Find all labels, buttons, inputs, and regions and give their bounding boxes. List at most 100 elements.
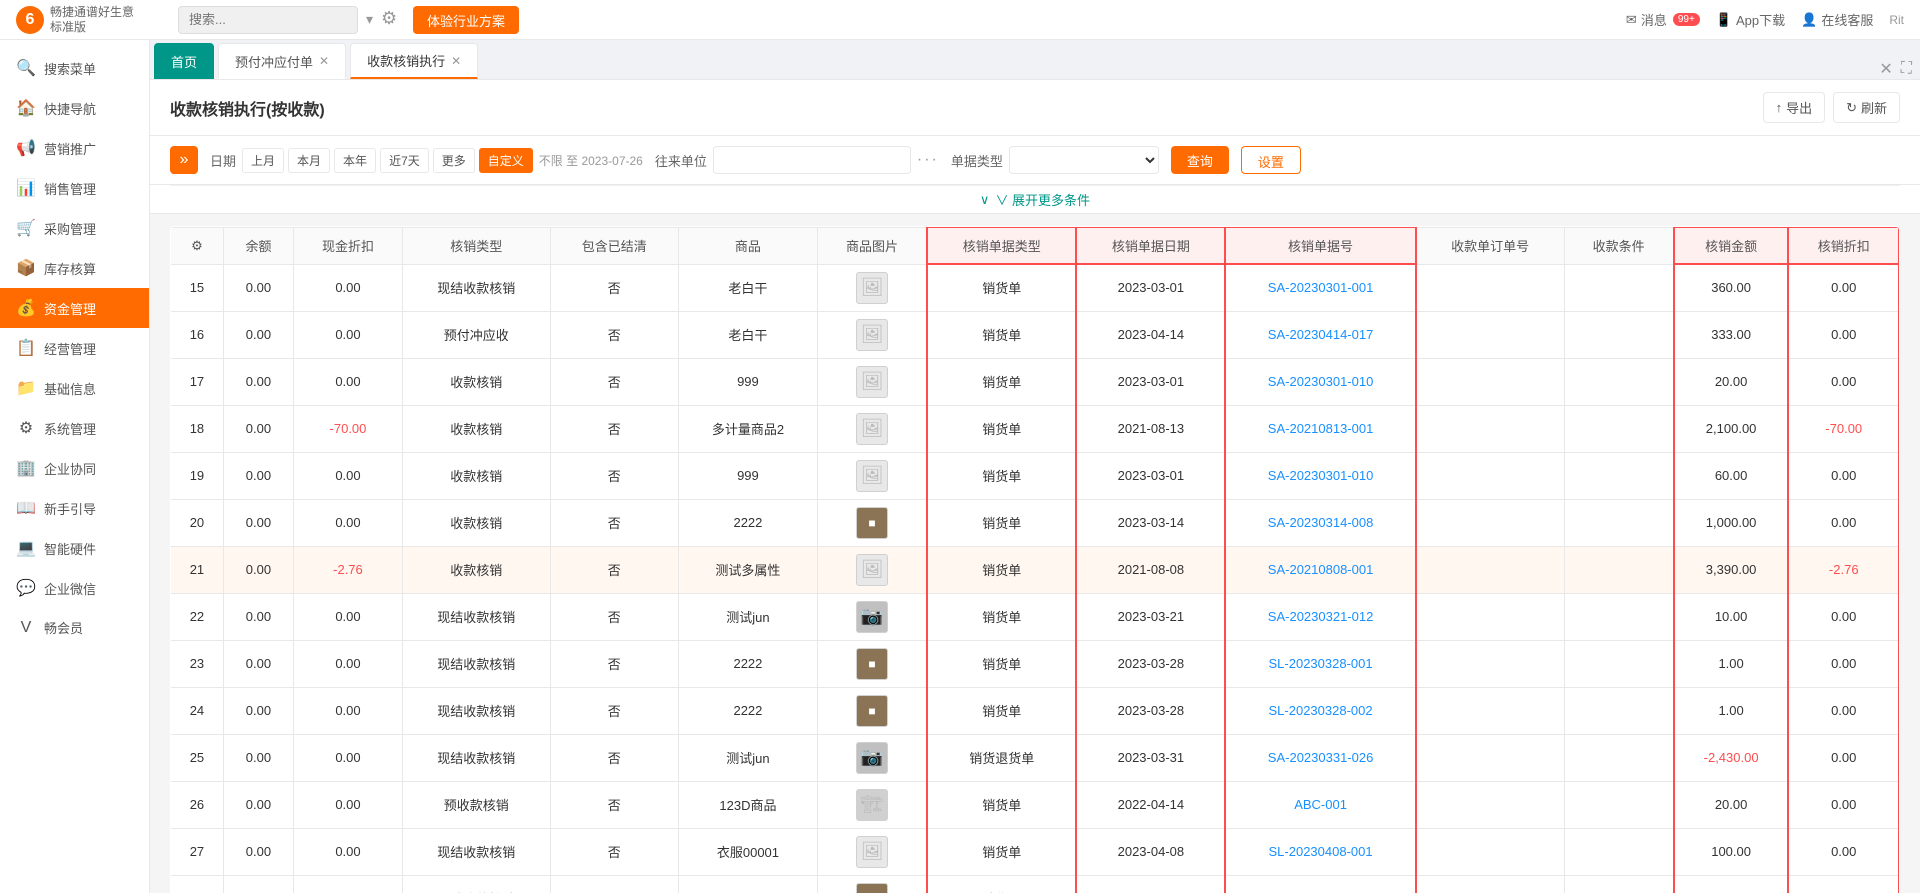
- row-bill-no[interactable]: SA-20210808-001: [1225, 546, 1415, 593]
- filter-date-more[interactable]: 更多: [433, 148, 475, 173]
- row-goods-image: ■: [817, 499, 927, 546]
- refresh-button[interactable]: ↻ 刷新: [1833, 92, 1900, 123]
- row-goods: 2222: [678, 640, 817, 687]
- tab-prepay-close[interactable]: ✕: [319, 54, 329, 68]
- row-include-settled: 否: [550, 781, 678, 828]
- top-bar-right: ✉ 消息 99+ 📱 App下载 👤 在线客服 Rit: [1626, 10, 1904, 29]
- row-bill-no[interactable]: SL-20230328-002: [1225, 687, 1415, 734]
- row-bill-no[interactable]: SA-20210813-001: [1225, 405, 1415, 452]
- filter-settings-button[interactable]: 设置: [1241, 146, 1301, 174]
- bill-no-link[interactable]: SA-20210813-001: [1268, 421, 1374, 436]
- row-no: 24: [171, 687, 224, 734]
- refresh-icon: ↻: [1846, 100, 1857, 116]
- sidebar-item-wechat[interactable]: 💬 企业微信: [0, 568, 149, 608]
- row-bill-no[interactable]: SL-20230418-001: [1225, 875, 1415, 893]
- filter-date-last-month[interactable]: 上月: [242, 148, 284, 173]
- counterpart-input[interactable]: [713, 146, 911, 174]
- search-input[interactable]: [178, 6, 358, 34]
- filter-date-custom[interactable]: 自定义: [479, 148, 533, 173]
- row-bill-date: 2023-04-08: [1076, 828, 1225, 875]
- row-cash-discount: 0.00: [294, 687, 403, 734]
- row-bill-no[interactable]: ABC-001: [1225, 781, 1415, 828]
- sidebar-item-basic[interactable]: 📁 基础信息: [0, 368, 149, 408]
- bill-no-link[interactable]: SL-20230328-002: [1269, 703, 1373, 718]
- bill-no-link[interactable]: SA-20230414-017: [1268, 327, 1374, 342]
- sidebar-item-guide[interactable]: 📖 新手引导: [0, 488, 149, 528]
- row-bill-no[interactable]: SA-20230301-010: [1225, 358, 1415, 405]
- bill-no-link[interactable]: ABC-001: [1294, 797, 1347, 812]
- col-header-receipt-order-no: 收款单订单号: [1416, 227, 1564, 264]
- sidebar-item-system[interactable]: ⚙ 系统管理: [0, 408, 149, 448]
- table-row: 18 0.00 -70.00 收款核销 否 多计量商品2 🖼 销货单 2021-…: [171, 405, 1900, 452]
- query-button[interactable]: 查询: [1171, 146, 1229, 174]
- bill-no-link[interactable]: SL-20230408-001: [1269, 844, 1373, 859]
- tab-fullscreen-button[interactable]: ⛶: [1901, 60, 1912, 78]
- col-header-gear[interactable]: ⚙: [171, 227, 224, 264]
- settings-gear-icon[interactable]: ⚙: [381, 8, 405, 32]
- bill-type-select[interactable]: [1009, 146, 1159, 174]
- user-text: Rit: [1889, 13, 1904, 27]
- sidebar-item-quick-nav[interactable]: 🏠 快捷导航: [0, 88, 149, 128]
- row-bill-no[interactable]: SL-20230408-001: [1225, 828, 1415, 875]
- sidebar-item-sales[interactable]: 📊 销售管理: [0, 168, 149, 208]
- row-write-off-discount: 0.00: [1788, 311, 1899, 358]
- sidebar-item-operation[interactable]: 📋 经营管理: [0, 328, 149, 368]
- app-icon: 📱: [1716, 12, 1732, 28]
- filter-counterpart-group: 往来单位 ···: [655, 146, 939, 174]
- row-bill-date: 2021-08-13: [1076, 405, 1225, 452]
- row-bill-no[interactable]: SA-20230314-008: [1225, 499, 1415, 546]
- tab-collection[interactable]: 收款核销执行 ✕: [350, 43, 478, 79]
- sidebar-item-search-menu[interactable]: 🔍 搜索菜单: [0, 48, 149, 88]
- sidebar-item-inventory[interactable]: 📦 库存核算: [0, 248, 149, 288]
- sidebar-item-vip[interactable]: V 畅会员: [0, 608, 149, 647]
- online-service-item[interactable]: 👤 在线客服: [1801, 10, 1873, 29]
- filter-expand-button[interactable]: »: [170, 146, 198, 174]
- tab-collection-close[interactable]: ✕: [451, 54, 461, 68]
- bill-no-link[interactable]: SL-20230328-001: [1269, 656, 1373, 671]
- sidebar-item-enterprise[interactable]: 🏢 企业协同: [0, 448, 149, 488]
- filter-date-7days[interactable]: 近7天: [380, 148, 429, 173]
- user-item[interactable]: Rit: [1889, 13, 1904, 27]
- bill-no-link[interactable]: SA-20230314-008: [1268, 515, 1374, 530]
- sidebar-item-marketing[interactable]: 📢 营销推广: [0, 128, 149, 168]
- row-goods: 衣服00001: [678, 828, 817, 875]
- bill-no-link[interactable]: SA-20230301-010: [1268, 374, 1374, 389]
- bill-no-link[interactable]: SA-20230301-001: [1268, 280, 1374, 295]
- industry-solution-button[interactable]: 体验行业方案: [413, 6, 519, 34]
- filter-date-this-year[interactable]: 本年: [334, 148, 376, 173]
- col-header-bill-date: 核销单据日期: [1076, 227, 1225, 264]
- tab-home[interactable]: 首页: [154, 43, 214, 79]
- row-no: 20: [171, 499, 224, 546]
- bill-no-link[interactable]: SA-20230321-012: [1268, 609, 1374, 624]
- filter-date-this-month[interactable]: 本月: [288, 148, 330, 173]
- enterprise-icon: 🏢: [16, 458, 36, 478]
- row-goods-image: 🖼: [817, 828, 927, 875]
- row-write-off-type: 预收款核销: [402, 781, 550, 828]
- app-download-item[interactable]: 📱 App下载: [1716, 10, 1785, 29]
- sidebar-item-hardware[interactable]: 💻 智能硬件: [0, 528, 149, 568]
- sidebar-item-purchase[interactable]: 🛒 采购管理: [0, 208, 149, 248]
- export-button[interactable]: ↑ 导出: [1763, 92, 1826, 123]
- filter-dots-icon[interactable]: ···: [917, 151, 939, 169]
- tab-prepay[interactable]: 预付冲应付单 ✕: [218, 43, 346, 79]
- sidebar-item-finance[interactable]: 💰 资金管理: [0, 288, 149, 328]
- dropdown-icon[interactable]: ▾: [366, 11, 373, 28]
- row-cash-discount: 0.00: [294, 311, 403, 358]
- col-header-goods: 商品: [678, 227, 817, 264]
- bill-no-link[interactable]: SA-20230301-010: [1268, 468, 1374, 483]
- bill-no-link[interactable]: SA-20230331-026: [1268, 750, 1374, 765]
- col-header-write-off-amount: 核销金额: [1674, 227, 1789, 264]
- row-bill-no[interactable]: SA-20230301-010: [1225, 452, 1415, 499]
- row-bill-no[interactable]: SA-20230331-026: [1225, 734, 1415, 781]
- row-bill-no[interactable]: SA-20230301-001: [1225, 264, 1415, 311]
- row-bill-no[interactable]: SA-20230321-012: [1225, 593, 1415, 640]
- table-row: 21 0.00 -2.76 收款核销 否 测试多属性 🖼 销货单 2021-08…: [171, 546, 1900, 593]
- bill-no-link[interactable]: SA-20210808-001: [1268, 562, 1374, 577]
- row-bill-no[interactable]: SA-20230414-017: [1225, 311, 1415, 358]
- message-item[interactable]: ✉ 消息 99+: [1626, 10, 1700, 29]
- row-bill-no[interactable]: SL-20230328-001: [1225, 640, 1415, 687]
- tab-close-window-button[interactable]: ✕: [1879, 59, 1892, 79]
- col-header-write-off-discount: 核销折扣: [1788, 227, 1899, 264]
- row-receipt-order-no: [1416, 687, 1564, 734]
- filter-expand-more-row[interactable]: ∨ ∨ 展开更多条件: [170, 185, 1900, 213]
